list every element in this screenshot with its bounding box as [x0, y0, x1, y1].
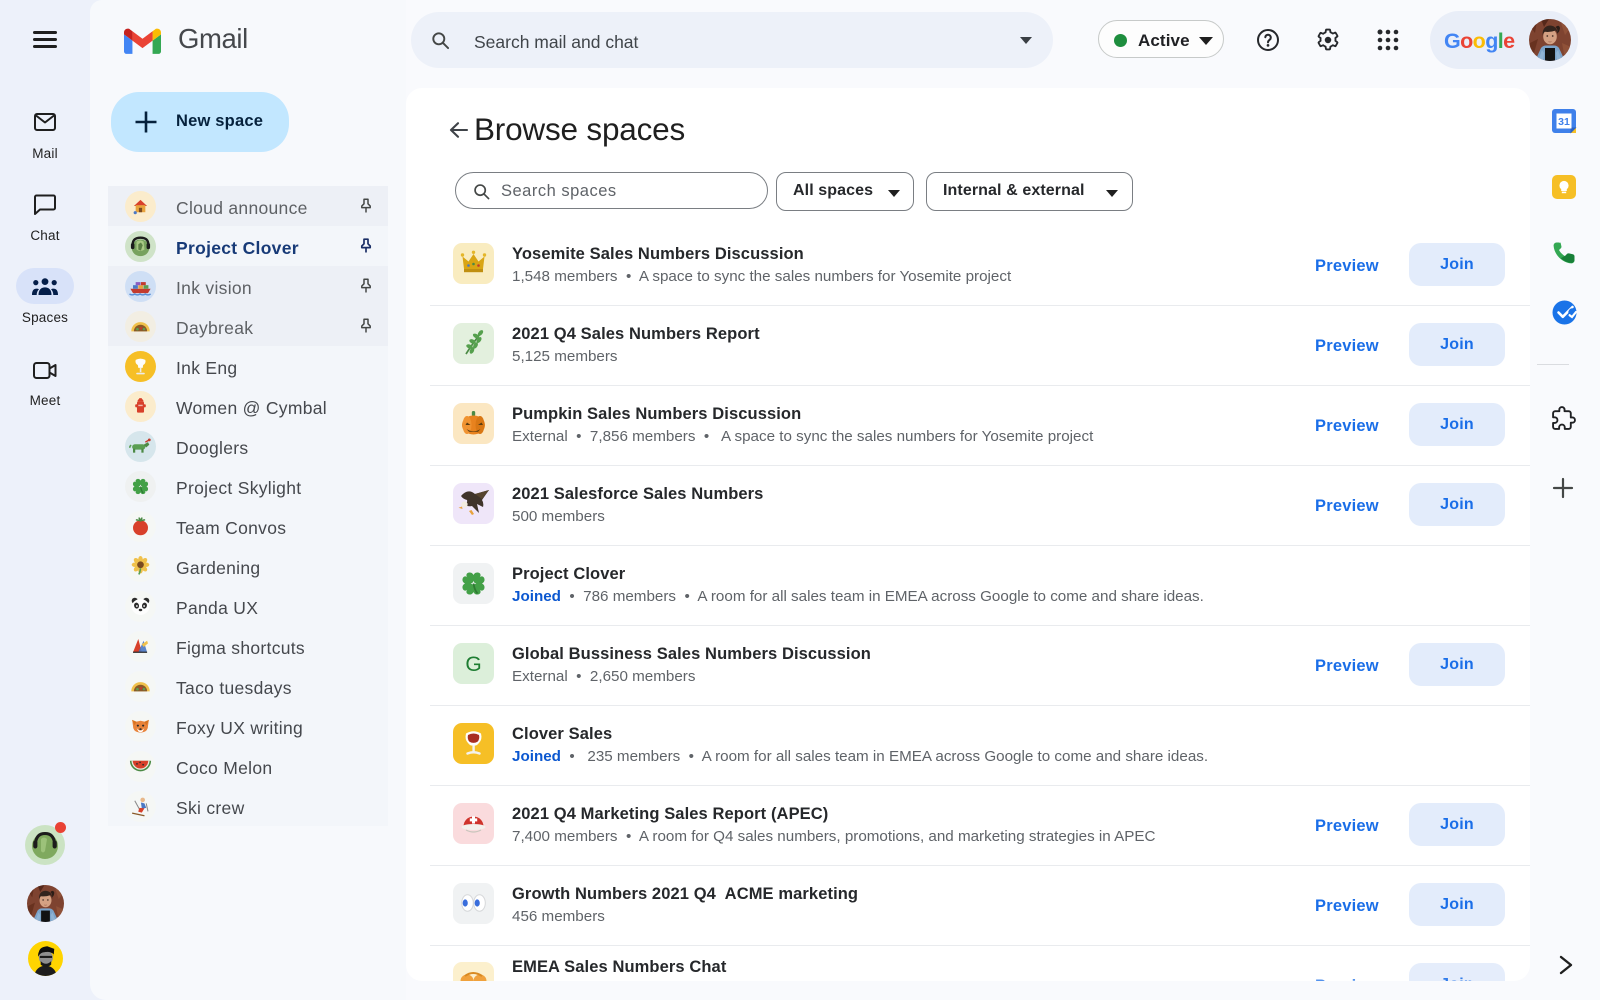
svg-text:31: 31 — [1558, 116, 1570, 128]
svg-text:G: G — [465, 653, 481, 676]
